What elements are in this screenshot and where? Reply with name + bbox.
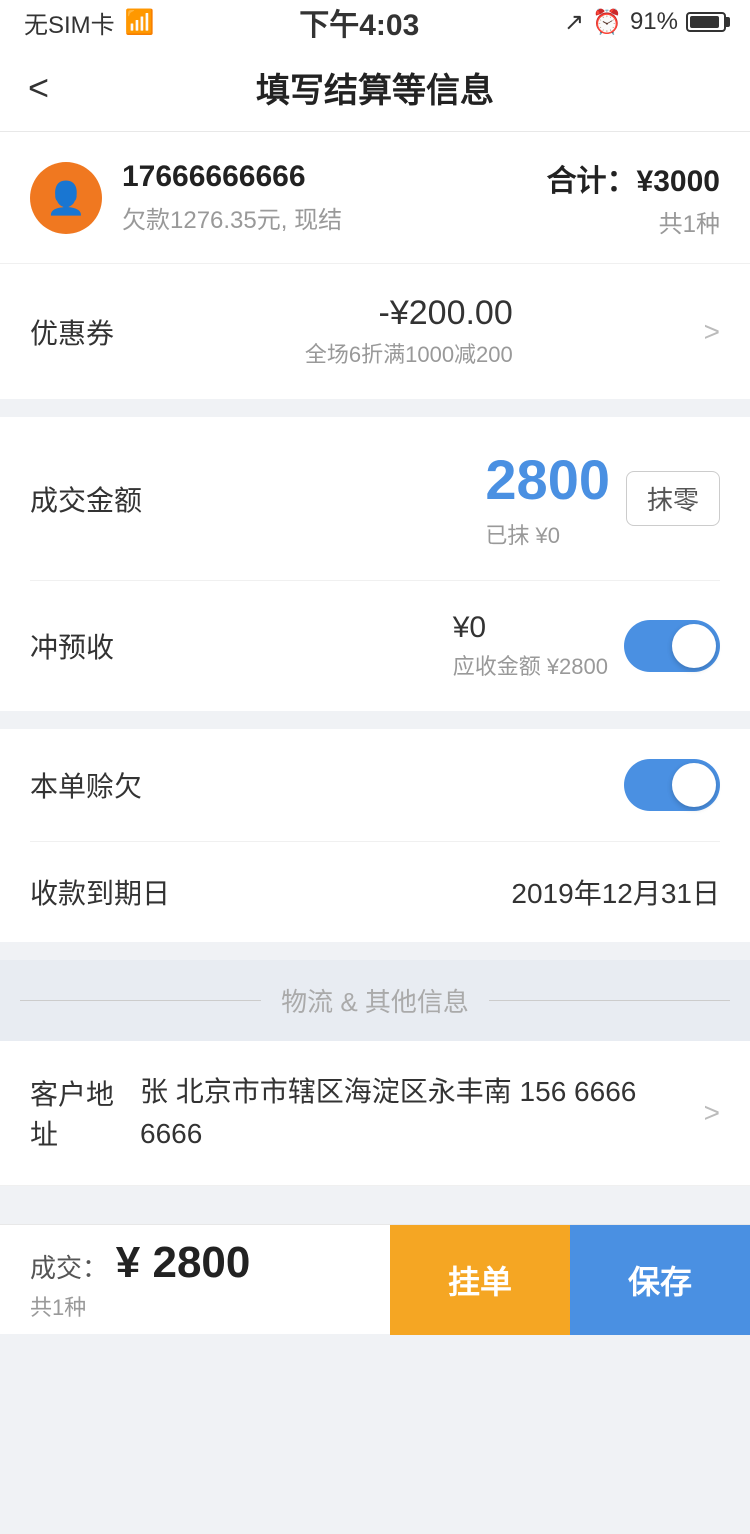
- logistics-divider: 物流 & 其他信息: [0, 960, 750, 1041]
- prepay-amount-block: ¥0 应收金额 ¥2800: [453, 611, 608, 681]
- debt-toggle[interactable]: [624, 759, 720, 811]
- transaction-right: 2800 已抹 ¥0 抹零: [485, 447, 720, 550]
- back-button[interactable]: <: [28, 67, 49, 109]
- due-date-value: 2019年12月31日: [511, 872, 720, 912]
- prepay-toggle[interactable]: [624, 620, 720, 672]
- status-left: 无SIM卡 📶: [24, 5, 155, 40]
- divider-line-right: [489, 1000, 730, 1001]
- customer-phone: 17666666666: [122, 160, 342, 194]
- divider-line-left: [20, 1000, 261, 1001]
- customer-info-card: 👤 17666666666 欠款1276.35元, 现结 合计：¥3000 共1…: [0, 132, 750, 264]
- coupon-label: 优惠券: [30, 312, 114, 352]
- customer-left: 👤 17666666666 欠款1276.35元, 现结: [30, 160, 342, 235]
- page-title: 填写结算等信息: [256, 63, 494, 112]
- hold-button[interactable]: 挂单: [390, 1225, 570, 1335]
- logistics-label: 物流 & 其他信息: [281, 982, 469, 1019]
- status-right: ↗ ⏰ 91%: [564, 8, 726, 37]
- transaction-label: 成交金额: [30, 479, 142, 519]
- address-chevron-icon: >: [704, 1097, 720, 1129]
- bottom-transaction-row: 成交： ¥ 2800: [30, 1238, 360, 1288]
- coupon-desc: 全场6折满1000减200: [305, 337, 513, 369]
- total-right: 合计：¥3000 共1种: [547, 156, 720, 239]
- prepay-amount: ¥0: [453, 611, 608, 645]
- transaction-amount-row: 成交金额 2800 已抹 ¥0 抹零: [30, 417, 720, 581]
- avatar: 👤: [30, 162, 102, 234]
- coupon-amount: -¥200.00: [305, 294, 513, 333]
- alarm-icon: ⏰: [592, 8, 622, 37]
- coupon-chevron-icon: >: [704, 316, 720, 348]
- location-icon: ↗: [564, 8, 584, 37]
- transaction-section: 成交金额 2800 已抹 ¥0 抹零 冲预收 ¥0 应收金额 ¥2800: [0, 417, 750, 711]
- debt-section: 本单赊欠 收款到期日 2019年12月31日: [0, 729, 750, 942]
- prepay-toggle-knob: [672, 624, 716, 668]
- section-gap-1: [0, 399, 750, 417]
- section-gap-2: [0, 711, 750, 729]
- debt-toggle-knob: [672, 763, 716, 807]
- save-button[interactable]: 保存: [570, 1225, 750, 1335]
- debt-row: 本单赊欠: [30, 729, 720, 842]
- address-value: 张 北京市市辖区海淀区永丰南 156 6666 6666: [140, 1071, 694, 1155]
- prepay-sub: 应收金额 ¥2800: [453, 649, 608, 681]
- bottom-count: 共1种: [30, 1290, 360, 1322]
- transaction-sub: 已抹 ¥0: [485, 518, 610, 550]
- battery-icon: [686, 12, 726, 32]
- coupon-right: -¥200.00 全场6折满1000减200: [305, 294, 513, 369]
- bottom-summary: 成交： ¥ 2800 共1种: [0, 1238, 390, 1322]
- section-gap-3: [0, 942, 750, 960]
- bottom-bar: 成交： ¥ 2800 共1种 挂单 保存: [0, 1224, 750, 1334]
- prepay-row: 冲预收 ¥0 应收金额 ¥2800: [30, 581, 720, 711]
- coupon-section: 优惠券 -¥200.00 全场6折满1000减200 >: [0, 264, 750, 399]
- due-date-label: 收款到期日: [30, 872, 170, 912]
- debt-label: 本单赊欠: [30, 765, 142, 805]
- customer-details: 17666666666 欠款1276.35元, 现结: [122, 160, 342, 235]
- extra-space: [0, 1404, 750, 1534]
- round-zero-button[interactable]: 抹零: [626, 471, 720, 526]
- nav-bar: < 填写结算等信息: [0, 44, 750, 132]
- carrier-text: 无SIM卡: [24, 5, 115, 40]
- status-bar: 无SIM卡 📶 下午4:03 ↗ ⏰ 91%: [0, 0, 750, 44]
- debt-right: [624, 759, 720, 811]
- battery-percent: 91%: [630, 8, 678, 36]
- address-row[interactable]: 客户地址 张 北京市市辖区海淀区永丰南 156 6666 6666 >: [0, 1041, 750, 1186]
- due-date-row: 收款到期日 2019年12月31日: [30, 842, 720, 942]
- bottom-amount: ¥ 2800: [116, 1238, 251, 1287]
- address-label: 客户地址: [30, 1073, 140, 1153]
- status-time: 下午4:03: [299, 0, 419, 44]
- transaction-amount-block: 2800 已抹 ¥0: [485, 447, 610, 550]
- transaction-amount: 2800: [485, 447, 610, 512]
- bottom-label: 成交：: [30, 1253, 108, 1283]
- customer-debt: 欠款1276.35元, 现结: [122, 200, 342, 235]
- prepay-right: ¥0 应收金额 ¥2800: [453, 611, 720, 681]
- section-gap-4: [0, 1186, 750, 1204]
- total-amount: 合计：¥3000: [547, 156, 720, 200]
- wifi-icon: 📶: [125, 8, 155, 37]
- total-count: 共1种: [547, 204, 720, 239]
- coupon-row[interactable]: 优惠券 -¥200.00 全场6折满1000减200 >: [30, 264, 720, 399]
- prepay-label: 冲预收: [30, 626, 114, 666]
